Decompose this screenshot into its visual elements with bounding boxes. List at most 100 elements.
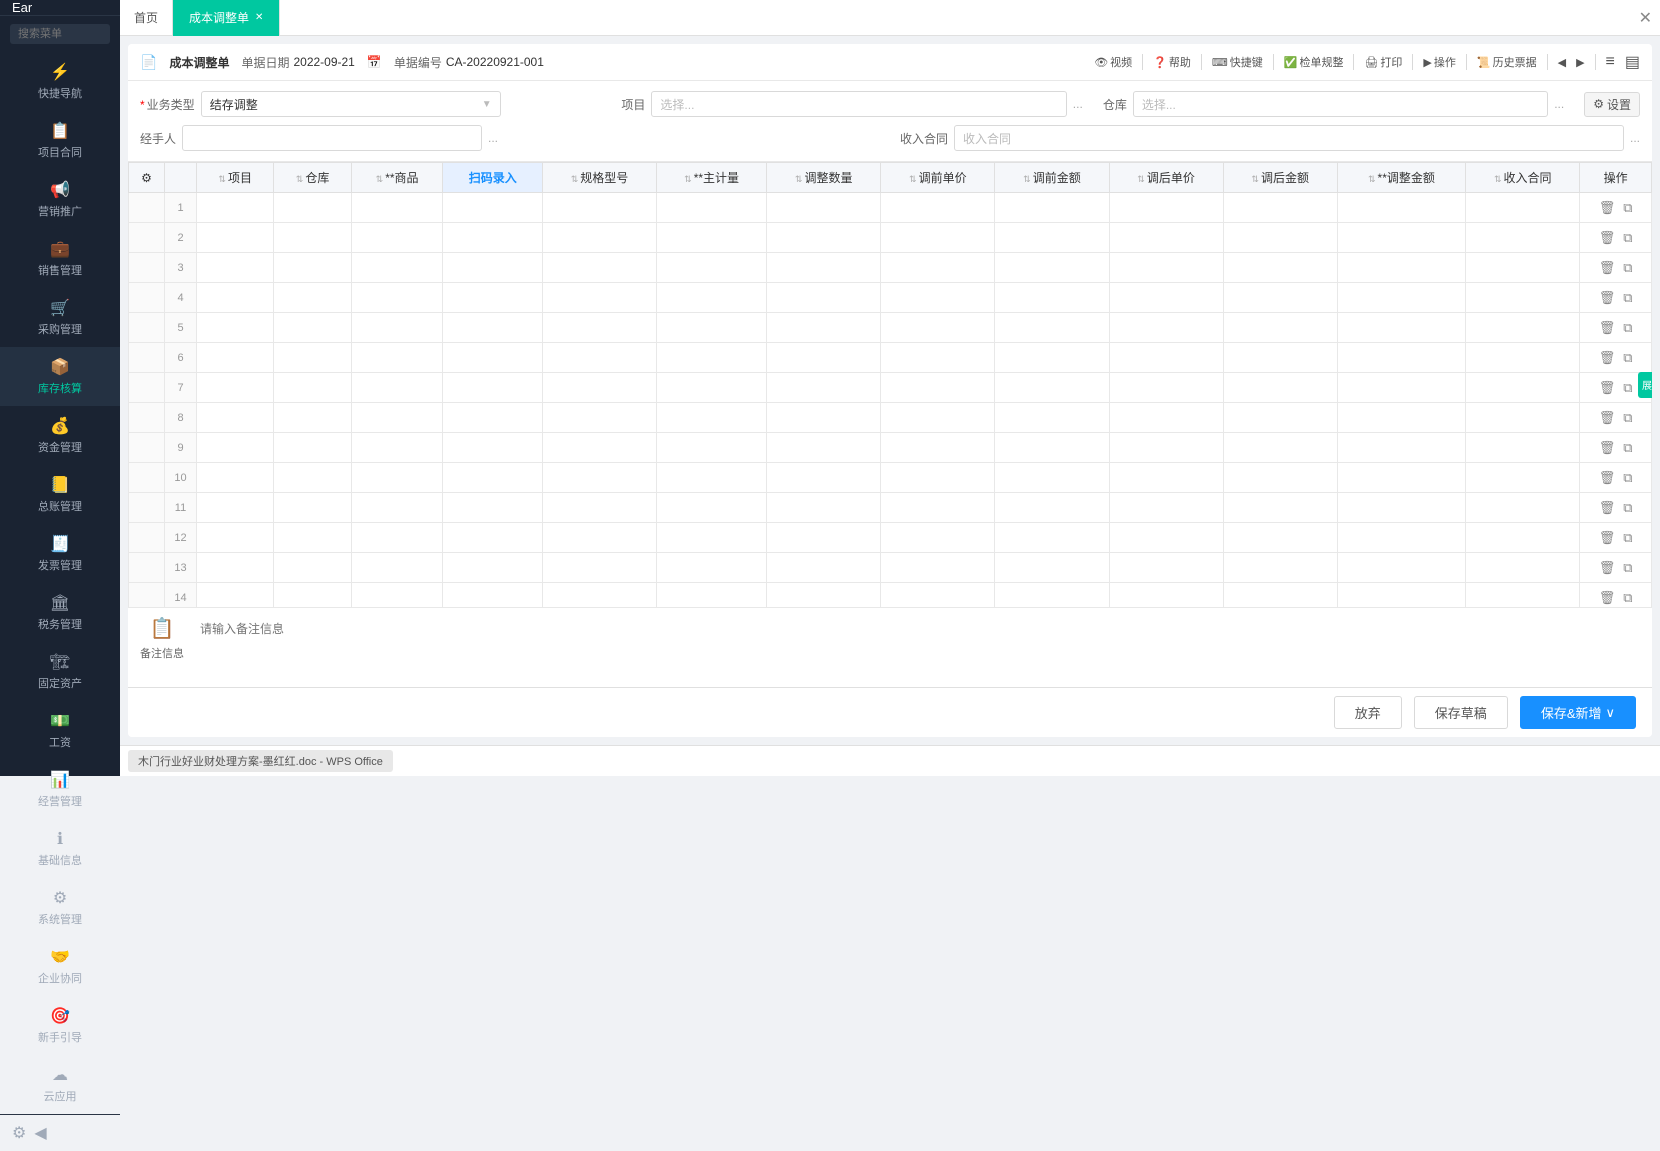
row-adj-qty-cell[interactable] <box>767 343 881 373</box>
row-delete-icon[interactable]: 🗑 <box>1597 558 1618 578</box>
row-product-cell[interactable] <box>351 493 443 523</box>
row-warehouse-cell[interactable] <box>274 553 351 583</box>
row-after-amount-cell[interactable] <box>1223 523 1337 553</box>
row-adj-amount-cell[interactable] <box>1337 283 1465 313</box>
sidebar-item-inventory[interactable]: 📦 库存核算 <box>0 347 120 406</box>
row-spec-cell[interactable] <box>542 433 656 463</box>
sidebar-item-shortcut[interactable]: ⚡ 快捷导航 <box>0 52 120 111</box>
row-warehouse-cell[interactable] <box>274 493 351 523</box>
row-adj-qty-cell[interactable] <box>767 283 881 313</box>
row-prev-amount-cell[interactable] <box>995 313 1109 343</box>
row-scan-cell[interactable] <box>443 493 543 523</box>
row-prev-price-cell[interactable] <box>881 433 995 463</box>
row-copy-icon[interactable]: ⧉ <box>1621 198 1634 218</box>
row-income-contract-cell[interactable] <box>1466 373 1580 403</box>
row-delete-icon[interactable]: 🗑 <box>1597 498 1618 518</box>
nav-next-btn[interactable]: ▶ <box>1576 56 1584 69</box>
row-product-cell[interactable] <box>351 253 443 283</box>
row-warehouse-cell[interactable] <box>274 583 351 608</box>
row-adj-qty-cell[interactable] <box>767 193 881 223</box>
row-warehouse-cell[interactable] <box>274 313 351 343</box>
row-product-cell[interactable] <box>351 313 443 343</box>
row-spec-cell[interactable] <box>542 193 656 223</box>
sidebar-item-basic-info[interactable]: ℹ 基础信息 <box>0 819 120 878</box>
row-after-price-cell[interactable] <box>1109 253 1223 283</box>
row-project-cell[interactable] <box>197 283 274 313</box>
row-prev-price-cell[interactable] <box>881 583 995 608</box>
row-unit-cell[interactable] <box>657 583 767 608</box>
row-warehouse-cell[interactable] <box>274 373 351 403</box>
col-adj-amount[interactable]: ⇅**调整金额 <box>1337 163 1465 193</box>
row-spec-cell[interactable] <box>542 463 656 493</box>
row-adj-amount-cell[interactable] <box>1337 433 1465 463</box>
row-prev-price-cell[interactable] <box>881 523 995 553</box>
sidebar-item-project-contract[interactable]: 📋 项目合同 <box>0 111 120 170</box>
view-action[interactable]: 👁 视频 <box>1094 54 1132 70</box>
row-prev-amount-cell[interactable] <box>995 463 1109 493</box>
row-after-amount-cell[interactable] <box>1223 403 1337 433</box>
row-after-price-cell[interactable] <box>1109 493 1223 523</box>
row-adj-qty-cell[interactable] <box>767 253 881 283</box>
row-copy-icon[interactable]: ⧉ <box>1621 348 1634 368</box>
row-unit-cell[interactable] <box>657 343 767 373</box>
row-income-contract-cell[interactable] <box>1466 253 1580 283</box>
row-income-contract-cell[interactable] <box>1466 403 1580 433</box>
row-adj-qty-cell[interactable] <box>767 313 881 343</box>
row-after-amount-cell[interactable] <box>1223 223 1337 253</box>
project-dots[interactable]: ... <box>1073 97 1083 111</box>
row-warehouse-cell[interactable] <box>274 403 351 433</box>
row-delete-icon[interactable]: 🗑 <box>1597 348 1618 368</box>
row-after-amount-cell[interactable] <box>1223 373 1337 403</box>
row-copy-icon[interactable]: ⧉ <box>1621 228 1634 248</box>
row-warehouse-cell[interactable] <box>274 463 351 493</box>
sidebar-item-salary[interactable]: 💵 工资 <box>0 701 120 760</box>
row-warehouse-cell[interactable] <box>274 223 351 253</box>
sidebar-item-system[interactable]: ⚙ 系统管理 <box>0 878 120 937</box>
row-after-amount-cell[interactable] <box>1223 493 1337 523</box>
row-after-amount-cell[interactable] <box>1223 193 1337 223</box>
row-project-cell[interactable] <box>197 253 274 283</box>
row-after-amount-cell[interactable] <box>1223 433 1337 463</box>
row-unit-cell[interactable] <box>657 223 767 253</box>
settings-button[interactable]: ⚙ 设置 <box>1584 92 1640 117</box>
row-delete-icon[interactable]: 🗑 <box>1597 228 1618 248</box>
row-delete-icon[interactable]: 🗑 <box>1597 528 1618 548</box>
row-prev-amount-cell[interactable] <box>995 223 1109 253</box>
sidebar-item-purchase-mgmt[interactable]: 🛒 采购管理 <box>0 288 120 347</box>
row-after-price-cell[interactable] <box>1109 403 1223 433</box>
row-adj-qty-cell[interactable] <box>767 223 881 253</box>
sidebar-item-new-guide[interactable]: 🎯 新手引导 <box>0 996 120 1055</box>
row-copy-icon[interactable]: ⧉ <box>1621 378 1634 398</box>
row-project-cell[interactable] <box>197 313 274 343</box>
sidebar-item-tax[interactable]: 🏛 税务管理 <box>0 583 120 642</box>
row-unit-cell[interactable] <box>657 403 767 433</box>
discard-button[interactable]: 放弃 <box>1334 696 1402 729</box>
row-unit-cell[interactable] <box>657 463 767 493</box>
sidebar-item-operations[interactable]: 📊 经营管理 <box>0 760 120 819</box>
row-copy-icon[interactable]: ⧉ <box>1621 438 1634 458</box>
row-scan-cell[interactable] <box>443 193 543 223</box>
income-contract-input[interactable]: 收入合同 <box>954 125 1624 151</box>
row-scan-cell[interactable] <box>443 523 543 553</box>
row-after-amount-cell[interactable] <box>1223 583 1337 608</box>
row-income-contract-cell[interactable] <box>1466 313 1580 343</box>
row-unit-cell[interactable] <box>657 283 767 313</box>
row-scan-cell[interactable] <box>443 373 543 403</box>
col-income-contract[interactable]: ⇅收入合同 <box>1466 163 1580 193</box>
taskbar-wps-item[interactable]: 木门行业好业财处理方案-墨红红.doc - WPS Office <box>128 750 393 772</box>
row-unit-cell[interactable] <box>657 523 767 553</box>
col-adj-qty[interactable]: ⇅调整数量 <box>767 163 881 193</box>
row-after-amount-cell[interactable] <box>1223 553 1337 583</box>
row-copy-icon[interactable]: ⧉ <box>1621 558 1634 578</box>
sidebar-item-sales-promo[interactable]: 📢 营销推广 <box>0 170 120 229</box>
row-product-cell[interactable] <box>351 343 443 373</box>
row-after-amount-cell[interactable] <box>1223 313 1337 343</box>
row-unit-cell[interactable] <box>657 493 767 523</box>
shortcut-action[interactable]: ⌨ 快捷键 <box>1212 54 1263 70</box>
row-income-contract-cell[interactable] <box>1466 583 1580 608</box>
sidebar-item-enterprise[interactable]: 🤝 企业协同 <box>0 937 120 996</box>
row-project-cell[interactable] <box>197 553 274 583</box>
tab-close-icon[interactable]: ✕ <box>255 12 263 23</box>
row-warehouse-cell[interactable] <box>274 283 351 313</box>
row-product-cell[interactable] <box>351 283 443 313</box>
